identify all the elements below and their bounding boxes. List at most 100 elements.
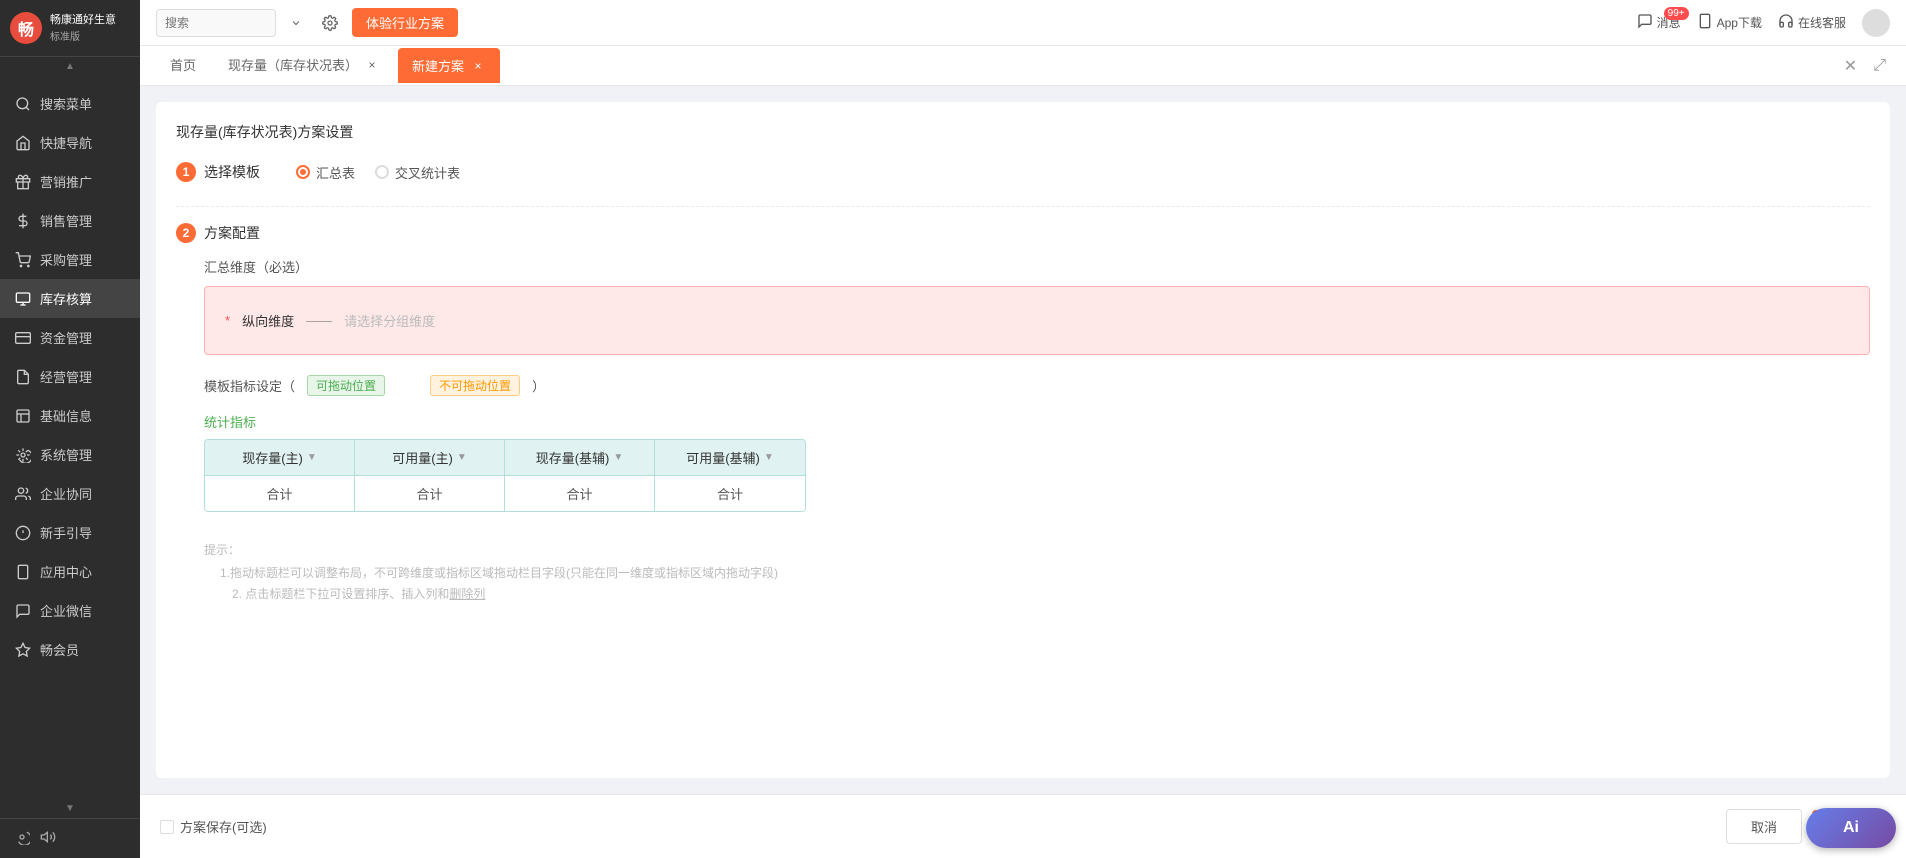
- indicator-label-row: 模板指标设定（ 可拖动位置 不可拖动位置 ）: [204, 375, 1870, 396]
- sidebar-item-finance[interactable]: 资金管理: [0, 318, 140, 357]
- main-area: 体验行业方案 消息 99+ App下载 在线客服: [140, 0, 1906, 858]
- stats-col-1-chevron: ▼: [307, 452, 317, 463]
- sidebar-item-sales[interactable]: 销售管理: [0, 201, 140, 240]
- dimension-form-label: 汇总维度（必选）: [204, 257, 1870, 276]
- radio-cross-label: 交叉统计表: [395, 163, 460, 182]
- sidebar-item-label-wechat: 企业微信: [40, 601, 92, 620]
- step1-section: 1 选择模板 汇总表 交叉统计表: [176, 162, 1870, 182]
- ai-float-btn[interactable]: Ai: [1806, 808, 1896, 848]
- sidebar-item-cooperation[interactable]: 企业协同: [0, 474, 140, 513]
- tab-close-window-btn[interactable]: ✕: [1840, 54, 1861, 78]
- tab-new-scheme[interactable]: 新建方案 ×: [398, 48, 500, 83]
- radio-summary[interactable]: 汇总表: [296, 163, 355, 182]
- messages-btn[interactable]: 消息 99+: [1637, 13, 1681, 32]
- sidebar-item-label-app-center: 应用中心: [40, 562, 92, 581]
- sidebar-item-label-basic: 基础信息: [40, 406, 92, 425]
- dimension-placeholder: 请选择分组维度: [344, 311, 435, 330]
- tab-inventory[interactable]: 现存量（库存状况表） ×: [214, 47, 394, 84]
- step2-number: 2: [176, 223, 196, 243]
- inventory-icon: [14, 290, 32, 308]
- sidebar-item-app-center[interactable]: 应用中心: [0, 552, 140, 591]
- dimension-row: * 纵向维度 —— 请选择分组维度: [225, 311, 1849, 330]
- onboard-icon: [14, 524, 32, 542]
- scroll-up-indicator[interactable]: ▲: [0, 57, 140, 76]
- stats-col-4-data: 合计: [655, 476, 805, 511]
- indicator-settings-label: 模板指标设定（: [204, 376, 295, 395]
- step1-header: 1 选择模板 汇总表 交叉统计表: [176, 162, 1870, 182]
- settings-footer-btn[interactable]: [14, 829, 30, 848]
- app-logo-icon: 畅: [10, 12, 42, 44]
- stats-col-1-header[interactable]: 现存量(主) ▼: [205, 440, 355, 475]
- sidebar-footer: [0, 818, 140, 858]
- tab-expand-btn[interactable]: ⤢: [1869, 55, 1890, 77]
- sidebar-item-label-purchase: 采购管理: [40, 250, 92, 269]
- header-gear-btn[interactable]: [318, 11, 342, 35]
- tab-inventory-close[interactable]: ×: [364, 57, 380, 73]
- app-edition: 标准版: [50, 28, 116, 43]
- online-service-btn[interactable]: 在线客服: [1778, 13, 1846, 32]
- stats-col-4-header[interactable]: 可用量(基辅) ▼: [655, 440, 805, 475]
- ai-label: Ai: [1843, 819, 1859, 837]
- stats-col-1-label: 现存量(主): [242, 448, 303, 467]
- search-menu-icon: [14, 95, 32, 113]
- stats-section: 统计指标 现存量(主) ▼ 可用量(主) ▼: [204, 412, 1870, 515]
- stats-col-1-data: 合计: [205, 476, 355, 511]
- save-scheme-label: 方案保存(可选): [180, 817, 267, 836]
- sidebar-item-member[interactable]: 畅会员: [0, 630, 140, 669]
- sidebar-item-search[interactable]: 搜索菜单: [0, 84, 140, 123]
- sidebar-item-quick-nav[interactable]: 快捷导航: [0, 123, 140, 162]
- header-dropdown-btn[interactable]: [284, 11, 308, 35]
- stats-header-row: 现存量(主) ▼ 可用量(主) ▼ 现存量(基辅) ▼: [205, 440, 805, 475]
- sidebar-item-operations[interactable]: 经营管理: [0, 357, 140, 396]
- page-title: 现存量(库存状况表)方案设置: [176, 122, 1870, 142]
- stats-col-3-chevron: ▼: [613, 452, 623, 463]
- radio-summary-label: 汇总表: [316, 163, 355, 182]
- tips-delete-link[interactable]: 删除列: [449, 587, 485, 601]
- sidebar-item-marketing[interactable]: 营销推广: [0, 162, 140, 201]
- sidebar-item-inventory[interactable]: 库存核算: [0, 279, 140, 318]
- cancel-button[interactable]: 取消: [1726, 809, 1802, 844]
- header-search-input[interactable]: [156, 9, 276, 37]
- sidebar: 畅 畅康通好生意 标准版 ▲ 搜索菜单 快捷导航 营销推广: [0, 0, 140, 858]
- tab-home-label: 首页: [170, 55, 196, 74]
- save-scheme-checkbox-box[interactable]: [160, 820, 174, 834]
- speaker-footer-btn[interactable]: [40, 829, 56, 848]
- stats-col-4-label: 可用量(基辅): [686, 448, 760, 467]
- tab-home[interactable]: 首页: [156, 47, 210, 84]
- sidebar-item-system[interactable]: 系统管理: [0, 435, 140, 474]
- sidebar-item-onboard[interactable]: 新手引导: [0, 513, 140, 552]
- tab-bar-actions: ✕ ⤢: [1840, 54, 1890, 78]
- divider-1: [176, 206, 1870, 207]
- trial-btn[interactable]: 体验行业方案: [352, 8, 458, 37]
- app-download-btn[interactable]: App下载: [1697, 13, 1762, 32]
- radio-cross-circle: [375, 165, 389, 179]
- stats-col-3-header[interactable]: 现存量(基辅) ▼: [505, 440, 655, 475]
- stats-col-4-chevron: ▼: [764, 452, 774, 463]
- stats-col-2-header[interactable]: 可用量(主) ▼: [355, 440, 505, 475]
- step1-title: 选择模板: [204, 162, 260, 182]
- sidebar-item-label-inventory: 库存核算: [40, 289, 92, 308]
- step1-number: 1: [176, 162, 196, 182]
- tips-item-2: 2. 点击标题栏下拉可设置排序、插入列和删除列: [204, 585, 1870, 602]
- tips-section: 提示： 1.拖动标题栏可以调整布局，不可跨维度或指标区域拖动栏目字段(只能在同一…: [204, 531, 1870, 616]
- sidebar-item-wechat[interactable]: 企业微信: [0, 591, 140, 630]
- stats-table: 现存量(主) ▼ 可用量(主) ▼ 现存量(基辅) ▼: [204, 439, 806, 512]
- app-download-icon: [1697, 13, 1713, 32]
- sidebar-item-basic[interactable]: 基础信息: [0, 396, 140, 435]
- dimension-required-marker: *: [225, 313, 230, 328]
- avatar: [1862, 9, 1890, 37]
- headset-icon: [1778, 13, 1794, 32]
- sidebar-item-label-search: 搜索菜单: [40, 94, 92, 113]
- tab-new-scheme-close[interactable]: ×: [470, 58, 486, 74]
- indicator-separator: [401, 376, 414, 395]
- step2-section: 2 方案配置 汇总维度（必选） * 纵向维度 —— 请选择分组维度: [176, 223, 1870, 616]
- cooperation-icon: [14, 485, 32, 503]
- radio-cross[interactable]: 交叉统计表: [375, 163, 460, 182]
- step2-header: 2 方案配置: [176, 223, 1870, 243]
- indicator-settings: 模板指标设定（ 可拖动位置 不可拖动位置 ）: [204, 375, 1870, 396]
- sidebar-item-label-system: 系统管理: [40, 445, 92, 464]
- save-scheme-checkbox[interactable]: 方案保存(可选): [160, 817, 267, 836]
- scroll-down-indicator[interactable]: ▼: [0, 799, 140, 818]
- step2-form: 汇总维度（必选） * 纵向维度 —— 请选择分组维度 模板指标设定（: [176, 257, 1870, 616]
- sidebar-item-purchase[interactable]: 采购管理: [0, 240, 140, 279]
